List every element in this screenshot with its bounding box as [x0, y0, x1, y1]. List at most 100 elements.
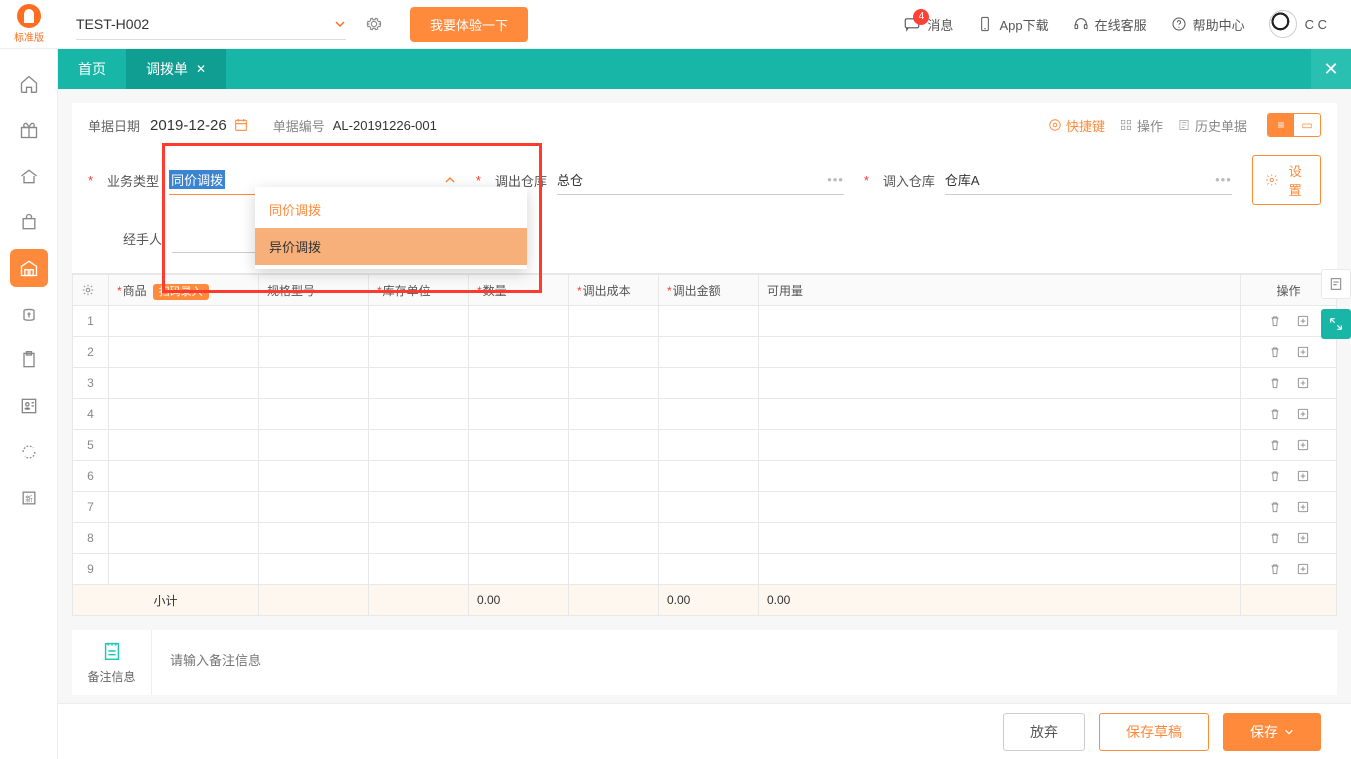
tool-expand-icon[interactable] — [1321, 309, 1351, 339]
nav-sync-icon[interactable] — [10, 433, 48, 471]
messages-button[interactable]: 消息 4 — [903, 15, 953, 34]
table-row[interactable]: 6 — [73, 461, 1337, 492]
chevron-down-icon — [1284, 727, 1294, 737]
org-selector[interactable]: TEST-H002 — [76, 8, 346, 40]
row-delete-icon[interactable] — [1268, 562, 1282, 576]
row-delete-icon[interactable] — [1268, 531, 1282, 545]
history-label: 历史单据 — [1195, 116, 1247, 135]
row-add-icon[interactable] — [1296, 469, 1310, 483]
row-delete-icon[interactable] — [1268, 314, 1282, 328]
col-product: *商品扫码录入 — [109, 275, 259, 306]
table-row[interactable]: 9 — [73, 554, 1337, 585]
scan-badge[interactable]: 扫码录入 — [153, 284, 209, 300]
nav-money-icon[interactable] — [10, 295, 48, 333]
top-header: 标准版 TEST-H002 我要体验一下 消息 4 App下载 在线客服 帮助中… — [0, 0, 1351, 49]
remarks-input[interactable] — [152, 630, 1337, 690]
table-row[interactable]: 3 — [73, 368, 1337, 399]
row-delete-icon[interactable] — [1268, 407, 1282, 421]
settings-label: 设置 — [1282, 161, 1308, 199]
table-row[interactable]: 8 — [73, 523, 1337, 554]
trial-button[interactable]: 我要体验一下 — [410, 7, 528, 42]
row-delete-icon[interactable] — [1268, 345, 1282, 359]
table-row[interactable]: 1 — [73, 306, 1337, 337]
nav-gift-icon[interactable] — [10, 111, 48, 149]
row-add-icon[interactable] — [1296, 531, 1310, 545]
app-download-button[interactable]: App下载 — [977, 15, 1048, 34]
nav-new-icon[interactable]: 新 — [10, 479, 48, 517]
in-wh-input[interactable]: 仓库A ••• — [945, 165, 1232, 195]
doc-no-label: 单据编号 — [273, 116, 325, 135]
col-qty: *数量 — [469, 275, 569, 306]
logo-text: 标准版 — [14, 29, 44, 44]
col-spec: 规格型号 — [259, 275, 369, 306]
online-service-button[interactable]: 在线客服 — [1073, 15, 1147, 34]
row-number: 5 — [73, 430, 109, 461]
save-draft-button[interactable]: 保存草稿 — [1099, 713, 1209, 751]
discard-button[interactable]: 放弃 — [1003, 713, 1085, 751]
tool-note-icon[interactable] — [1321, 269, 1351, 299]
row-add-icon[interactable] — [1296, 407, 1310, 421]
calendar-icon[interactable] — [233, 117, 249, 133]
biz-type-dropdown: 同价调拨 异价调拨 — [255, 187, 527, 269]
row-number: 8 — [73, 523, 109, 554]
row-delete-icon[interactable] — [1268, 376, 1282, 390]
nav-warehouse-icon[interactable] — [10, 249, 48, 287]
subtotal-row: 小计 0.00 0.00 0.00 — [73, 585, 1337, 616]
nav-bag-icon[interactable] — [10, 203, 48, 241]
items-table: *商品扫码录入 规格型号 *库存单位 *数量 *调出成本 *调出金额 可用量 操… — [72, 273, 1337, 616]
doc-date-value[interactable]: 2019-12-26 — [150, 117, 227, 134]
history-link[interactable]: 历史单据 — [1177, 116, 1247, 135]
row-add-icon[interactable] — [1296, 562, 1310, 576]
view-toggle[interactable]: ≡ ▭ — [1267, 113, 1321, 137]
col-cost: *调出成本 — [569, 275, 659, 306]
row-add-icon[interactable] — [1296, 438, 1310, 452]
row-add-icon[interactable] — [1296, 345, 1310, 359]
tab-transfer[interactable]: 调拨单 ✕ — [126, 49, 226, 89]
more-icon[interactable]: ••• — [827, 172, 844, 187]
tabs-close-all-icon[interactable]: ✕ — [1311, 49, 1351, 89]
remarks-label: 备注信息 — [87, 668, 135, 685]
out-wh-input[interactable]: 总仓 ••• — [557, 165, 844, 195]
row-delete-icon[interactable] — [1268, 500, 1282, 514]
in-warehouse-field[interactable]: * 调入仓库 仓库A ••• — [864, 165, 1232, 195]
row-number: 2 — [73, 337, 109, 368]
nav-clipboard-icon[interactable] — [10, 341, 48, 379]
save-label: 保存 — [1250, 722, 1278, 742]
operate-link[interactable]: 操作 — [1119, 116, 1163, 135]
nav-home-icon[interactable] — [10, 65, 48, 103]
nav-roof-icon[interactable] — [10, 157, 48, 195]
save-button[interactable]: 保存 — [1223, 713, 1321, 751]
filter-area: * 业务类型 同价调拨 * 调出仓库 总仓 ••• — [72, 147, 1337, 261]
dropdown-option-diff-price[interactable]: 异价调拨 — [255, 228, 527, 265]
out-warehouse-field[interactable]: * 调出仓库 总仓 ••• — [476, 165, 844, 195]
in-wh-value: 仓库A — [945, 170, 980, 189]
grid-view-icon[interactable]: ▭ — [1294, 114, 1320, 136]
nav-contact-icon[interactable] — [10, 387, 48, 425]
tab-transfer-label: 调拨单 — [146, 59, 188, 79]
row-add-icon[interactable] — [1296, 500, 1310, 514]
row-number: 4 — [73, 399, 109, 430]
table-gear-header[interactable] — [73, 275, 109, 306]
left-sidebar: 新 — [0, 49, 58, 759]
settings-button[interactable]: 设置 — [1252, 155, 1321, 205]
user-menu[interactable]: C C — [1269, 10, 1327, 38]
list-view-icon[interactable]: ≡ — [1268, 114, 1294, 136]
main-panel: 单据日期 2019-12-26 单据编号 AL-20191226-001 快捷键… — [72, 103, 1337, 616]
table-row[interactable]: 7 — [73, 492, 1337, 523]
table-row[interactable]: 5 — [73, 430, 1337, 461]
messages-label: 消息 — [927, 15, 953, 34]
row-delete-icon[interactable] — [1268, 469, 1282, 483]
table-row[interactable]: 4 — [73, 399, 1337, 430]
tab-home[interactable]: 首页 — [58, 49, 126, 89]
row-delete-icon[interactable] — [1268, 438, 1282, 452]
doc-no-value: AL-20191226-001 — [333, 118, 437, 133]
tab-close-icon[interactable]: ✕ — [196, 62, 206, 76]
shortcut-link[interactable]: 快捷键 — [1048, 116, 1105, 135]
row-add-icon[interactable] — [1296, 314, 1310, 328]
dropdown-option-same-price[interactable]: 同价调拨 — [255, 191, 527, 228]
help-center-button[interactable]: 帮助中心 — [1171, 15, 1245, 34]
more-icon[interactable]: ••• — [1215, 172, 1232, 187]
table-row[interactable]: 2 — [73, 337, 1337, 368]
org-settings-icon[interactable] — [366, 16, 382, 32]
row-add-icon[interactable] — [1296, 376, 1310, 390]
